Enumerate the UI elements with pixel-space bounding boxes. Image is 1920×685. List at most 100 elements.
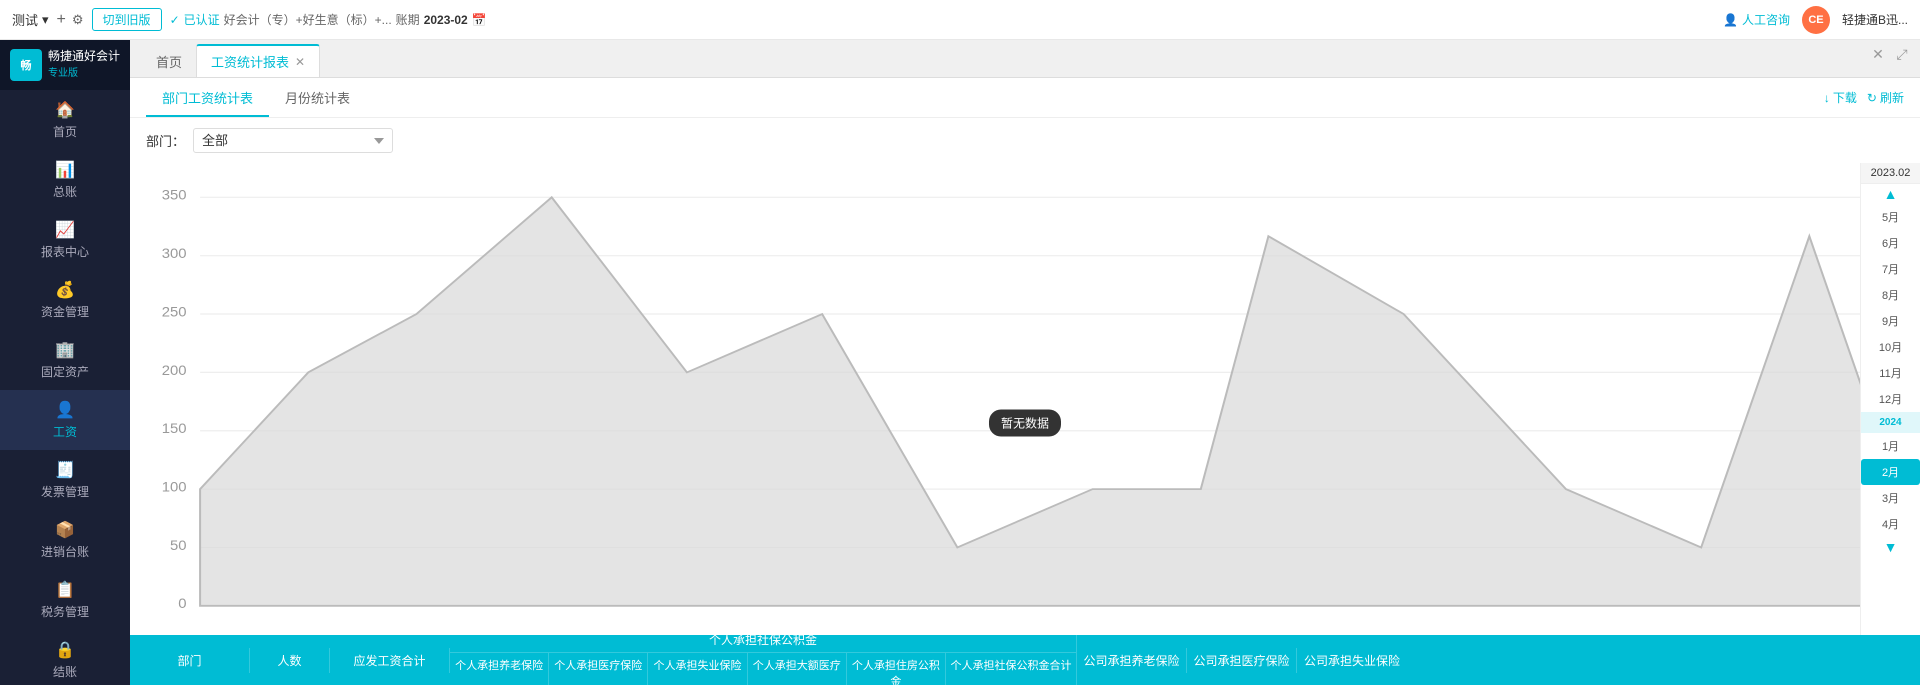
col-personal-unemployment: 个人承担失业保险 xyxy=(648,653,747,685)
sub-tab-monthly-label: 月份统计表 xyxy=(285,91,350,106)
period-label: 账期 xyxy=(396,11,420,28)
col-dept: 部门 xyxy=(130,648,250,673)
close-books-icon: 🔒 xyxy=(55,640,75,660)
window-controls: ✕ ⤢ xyxy=(1860,40,1920,68)
col-group-personal: 个人承担社保公积金 个人承担养老保险 个人承担医疗保险 个人承担失业保险 个人承… xyxy=(450,627,1077,685)
sidebar-item-invoice[interactable]: 🧾 发票管理 xyxy=(0,450,130,510)
period-value: 2023-02 xyxy=(424,13,468,27)
sub-tab-monthly[interactable]: 月份统计表 xyxy=(269,80,366,117)
nav-label-tax: 税务管理 xyxy=(41,603,89,620)
date-panel-down[interactable]: ▼ xyxy=(1882,537,1900,557)
nav-label-reports: 报表中心 xyxy=(41,243,89,260)
sidebar-item-ledger[interactable]: 📊 总账 xyxy=(0,150,130,210)
month-item-7[interactable]: 7月 xyxy=(1861,256,1920,282)
date-panel-up[interactable]: ▲ xyxy=(1882,184,1900,204)
company-selector[interactable]: 测试 ▾ xyxy=(12,10,49,29)
dropdown-icon: ▾ xyxy=(42,12,49,28)
nav-label-invoice: 发票管理 xyxy=(41,483,89,500)
sub-tab-dept[interactable]: 部门工资统计表 xyxy=(146,80,269,117)
date-panel: 2023.02 ▲ 5月 6月 7月 8月 9月 10月 11月 12月 202… xyxy=(1860,163,1920,635)
col-company-medical-label: 公司承担医疗保险 xyxy=(1193,652,1289,669)
svg-text:350: 350 xyxy=(162,187,187,202)
month-item-2024-3[interactable]: 3月 xyxy=(1861,485,1920,511)
nav-label-funds: 资金管理 xyxy=(41,303,89,320)
month-item-6[interactable]: 6月 xyxy=(1861,230,1920,256)
sidebar-logo: 畅 畅捷通好会计 专业版 xyxy=(0,40,130,90)
col-total-salary-label: 应发工资合计 xyxy=(353,652,425,669)
month-item-5[interactable]: 5月 xyxy=(1861,204,1920,230)
refresh-button[interactable]: ↻ 刷新 xyxy=(1867,89,1904,106)
sidebar-item-reports[interactable]: 📈 报表中心 xyxy=(0,210,130,270)
svg-text:250: 250 xyxy=(162,304,187,319)
settings-icon[interactable]: ⚙ xyxy=(72,12,84,28)
sidebar-item-funds[interactable]: 💰 资金管理 xyxy=(0,270,130,330)
support-button[interactable]: 👤 人工咨询 xyxy=(1723,11,1790,28)
col-company-medical: 公司承担医疗保险 xyxy=(1187,648,1297,673)
col-personal-total: 个人承担社保公积金合计 xyxy=(946,653,1076,685)
chart-area: 350 300 250 200 150 100 50 0 xyxy=(130,163,1920,635)
refresh-icon: ↻ xyxy=(1867,91,1877,105)
support-icon: 👤 xyxy=(1723,13,1738,27)
salary-chart: 350 300 250 200 150 100 50 0 xyxy=(146,173,1904,635)
download-icon: ↓ xyxy=(1824,91,1830,105)
logo-icon: 畅 xyxy=(10,49,42,81)
month-item-2024-1[interactable]: 1月 xyxy=(1861,433,1920,459)
maximize-window-button[interactable]: ⤢ xyxy=(1892,44,1912,64)
col-dept-label: 部门 xyxy=(177,652,201,669)
col-group-personal-subs: 个人承担养老保险 个人承担医疗保险 个人承担失业保险 个人承担大额医疗 个人承担… xyxy=(450,653,1076,685)
filter-label: 部门： xyxy=(146,131,185,150)
sub-tabs: 部门工资统计表 月份统计表 ↓ 下载 ↻ 刷新 xyxy=(130,78,1920,118)
nav-label-sales: 进销台账 xyxy=(41,543,89,560)
avatar: CE xyxy=(1802,6,1830,34)
inner-content: 部门工资统计表 月份统计表 ↓ 下载 ↻ 刷新 xyxy=(130,78,1920,685)
header-left: 测试 ▾ + ⚙ 切到旧版 ✓ 已认证 好会计（专）+好生意（标）+... 账期… xyxy=(12,8,1723,31)
month-item-2024-2[interactable]: 2月 xyxy=(1861,459,1920,485)
tab-close-icon[interactable]: ✕ xyxy=(295,55,305,69)
funds-icon: 💰 xyxy=(55,280,75,300)
invoice-icon: 🧾 xyxy=(55,460,75,480)
sidebar-item-sales[interactable]: 📦 进销台账 xyxy=(0,510,130,570)
calendar-icon[interactable]: 📅 xyxy=(472,13,487,27)
sidebar-item-home[interactable]: 🏠 首页 xyxy=(0,90,130,150)
switch-button[interactable]: 切到旧版 xyxy=(92,8,162,31)
col-company-pension: 公司承担养老保险 xyxy=(1077,648,1187,673)
logo-text: 畅捷通好会计 专业版 xyxy=(48,49,120,80)
download-button[interactable]: ↓ 下载 xyxy=(1824,89,1857,106)
svg-text:100: 100 xyxy=(162,479,187,494)
department-select[interactable]: 全部 xyxy=(193,128,393,153)
sidebar-item-assets[interactable]: 🏢 固定资产 xyxy=(0,330,130,390)
nav-label-ledger: 总账 xyxy=(53,183,77,200)
tab-salary-report[interactable]: 工资统计报表 ✕ xyxy=(196,44,320,77)
header-tags: ✓ 已认证 好会计（专）+好生意（标）+... 账期 2023-02 📅 xyxy=(170,11,487,28)
svg-text:200: 200 xyxy=(162,363,187,378)
nav-label-close: 结账 xyxy=(53,663,77,680)
tab-home[interactable]: 首页 xyxy=(142,46,196,77)
month-item-9[interactable]: 9月 xyxy=(1861,308,1920,334)
download-label: 下载 xyxy=(1833,89,1857,106)
nav-label-assets: 固定资产 xyxy=(41,363,89,380)
month-item-10[interactable]: 10月 xyxy=(1861,334,1920,360)
header-right: 👤 人工咨询 CE 轻捷通B迅... xyxy=(1723,6,1908,34)
month-item-12[interactable]: 12月 xyxy=(1861,386,1920,412)
table-header: 部门 人数 应发工资合计 个人承担社保公积金 个人承担养老保险 个人承担医疗保险… xyxy=(130,635,1920,685)
sidebar: 畅 畅捷通好会计 专业版 🏠 首页 📊 总账 📈 报表中心 💰 资金管理 xyxy=(0,40,130,685)
home-icon: 🏠 xyxy=(55,100,75,120)
col-personal-major-medical: 个人承担大额医疗 xyxy=(748,653,847,685)
close-window-button[interactable]: ✕ xyxy=(1868,44,1888,64)
sidebar-item-tax[interactable]: 📋 税务管理 xyxy=(0,570,130,630)
add-icon[interactable]: + xyxy=(57,11,66,29)
tab-salary-label: 工资统计报表 xyxy=(211,52,289,71)
month-item-11[interactable]: 11月 xyxy=(1861,360,1920,386)
col-company-unemployment-label: 公司承担失业保险 xyxy=(1304,652,1400,669)
user-name[interactable]: 轻捷通B迅... xyxy=(1842,11,1908,28)
sidebar-item-close[interactable]: 🔒 结账 xyxy=(0,630,130,685)
sidebar-nav: 🏠 首页 📊 总账 📈 报表中心 💰 资金管理 🏢 固定资产 👤 工资 xyxy=(0,90,130,685)
month-item-8[interactable]: 8月 xyxy=(1861,282,1920,308)
filter-bar: 部门： 全部 xyxy=(130,118,1920,163)
col-count: 人数 xyxy=(250,648,330,673)
nav-label-salary: 工资 xyxy=(53,423,77,440)
month-item-2024-4[interactable]: 4月 xyxy=(1861,511,1920,537)
sidebar-item-salary[interactable]: 👤 工资 xyxy=(0,390,130,450)
col-company-unemployment: 公司承担失业保险 xyxy=(1297,648,1407,673)
tab-home-label: 首页 xyxy=(156,52,182,71)
